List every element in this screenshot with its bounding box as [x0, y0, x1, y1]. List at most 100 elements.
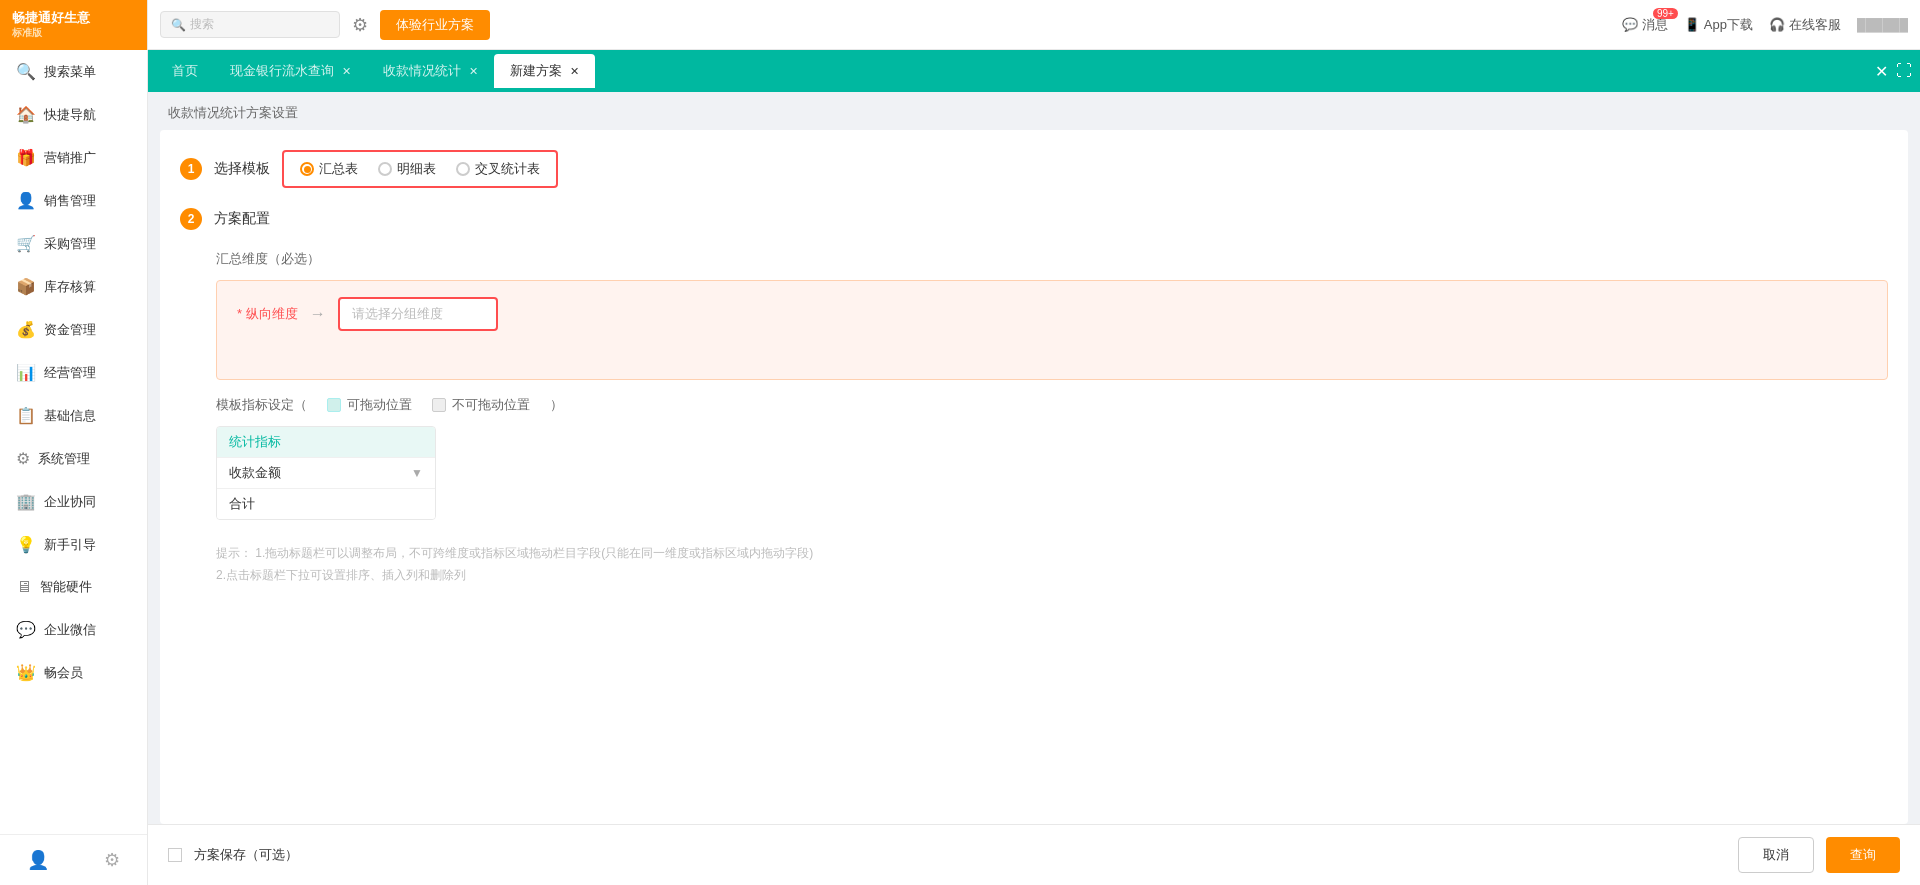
sidebar-item-label: 企业微信 — [44, 621, 96, 639]
chart-icon: 📊 — [16, 363, 36, 382]
cancel-button[interactable]: 取消 — [1738, 837, 1814, 873]
sidebar-item-label: 基础信息 — [44, 407, 96, 425]
radio-cross-label: 交叉统计表 — [475, 160, 540, 178]
sidebar-bottom-settings[interactable]: ⚙ — [100, 845, 124, 875]
vertical-dimension-label: * 纵向维度 — [237, 305, 298, 323]
draggable-legend: 可拖动位置 — [327, 396, 412, 414]
tab-payment-stats-close[interactable]: ✕ — [469, 65, 478, 78]
notification-badge[interactable]: 💬 消息 99+ — [1622, 16, 1668, 34]
save-label: 方案保存（可选） — [194, 846, 298, 864]
settings-icon[interactable]: ⚙ — [352, 14, 368, 36]
header-right: 💬 消息 99+ 📱 App下载 🎧 在线客服 ██████ — [1622, 16, 1908, 34]
sidebar-item-guide[interactable]: 💡 新手引导 — [0, 523, 147, 566]
sidebar-item-corp-wechat[interactable]: 💬 企业微信 — [0, 608, 147, 651]
radio-group: 汇总表 明细表 交叉统计表 — [300, 160, 540, 178]
tab-new-plan-label: 新建方案 — [510, 62, 562, 80]
tab-bank-flow-close[interactable]: ✕ — [342, 65, 351, 78]
message-icon: 💬 — [1622, 17, 1638, 32]
sidebar-logo: 畅捷通好生意 标准版 — [0, 0, 147, 50]
tab-new-plan[interactable]: 新建方案 ✕ — [494, 54, 595, 88]
radio-cross-circle — [456, 162, 470, 176]
tab-close-button[interactable]: ✕ — [1875, 62, 1888, 81]
gear-icon: ⚙ — [16, 449, 30, 468]
download-icon: 📱 — [1684, 17, 1700, 32]
trial-industry-button[interactable]: 体验行业方案 — [380, 10, 490, 40]
radio-detail-label: 明细表 — [397, 160, 436, 178]
sidebar-item-search-menu[interactable]: 🔍 搜索菜单 — [0, 50, 147, 93]
save-checkbox[interactable] — [168, 848, 182, 862]
step1-badge: 1 — [180, 158, 202, 180]
vertical-dimension-row: * 纵向维度 → 请选择分组维度 — [237, 297, 1867, 331]
radio-summary-label: 汇总表 — [319, 160, 358, 178]
sidebar-item-label: 新手引导 — [44, 536, 96, 554]
sidebar-item-purchase[interactable]: 🛒 采购管理 — [0, 222, 147, 265]
metrics-row-total: 合计 — [217, 488, 435, 519]
step2-label: 方案配置 — [214, 210, 270, 228]
tabbar: 首页 现金银行流水查询 ✕ 收款情况统计 ✕ 新建方案 ✕ ✕ ⛶ — [148, 50, 1920, 92]
sidebar-item-quick-nav[interactable]: 🏠 快捷导航 — [0, 93, 147, 136]
radio-detail[interactable]: 明细表 — [378, 160, 436, 178]
sidebar-item-inventory[interactable]: 📦 库存核算 — [0, 265, 147, 308]
search-icon: 🔍 — [171, 18, 186, 32]
radio-detail-circle — [378, 162, 392, 176]
tab-new-plan-close[interactable]: ✕ — [570, 65, 579, 78]
chat-icon: 💬 — [16, 620, 36, 639]
sidebar-item-base-info[interactable]: 📋 基础信息 — [0, 394, 147, 437]
non-draggable-label: 不可拖动位置 — [452, 396, 530, 414]
content-area: 收款情况统计方案设置 1 选择模板 汇总表 — [148, 92, 1920, 885]
main-area: 🔍 搜索 ⚙ 体验行业方案 💬 消息 99+ 📱 App下载 🎧 在线客服 ██… — [148, 0, 1920, 885]
sidebar-bottom-user[interactable]: 👤 — [23, 845, 53, 875]
sidebar-item-label: 销售管理 — [44, 192, 96, 210]
tab-home-label: 首页 — [172, 62, 198, 80]
breadcrumb: 收款情况统计方案设置 — [148, 92, 1920, 130]
metric-label-payment: 收款金额 — [229, 464, 281, 482]
metrics-row-payment[interactable]: 收款金额 ▼ — [217, 457, 435, 488]
query-button[interactable]: 查询 — [1826, 837, 1900, 873]
online-service-link[interactable]: 🎧 在线客服 — [1769, 16, 1841, 34]
arrow-icon: → — [310, 305, 326, 323]
sidebar-item-label: 库存核算 — [44, 278, 96, 296]
metrics-header-label: 统计指标 — [229, 434, 281, 449]
username-display[interactable]: ██████ — [1857, 18, 1908, 32]
sidebar-item-label: 系统管理 — [38, 450, 90, 468]
tab-payment-stats[interactable]: 收款情况统计 ✕ — [367, 54, 494, 88]
sidebar-item-label: 采购管理 — [44, 235, 96, 253]
sidebar-item-finance[interactable]: 💰 资金管理 — [0, 308, 147, 351]
footer-buttons: 取消 查询 — [1738, 837, 1900, 873]
home-icon: 🏠 — [16, 105, 36, 124]
user-icon: 👤 — [16, 191, 36, 210]
box-icon: 📦 — [16, 277, 36, 296]
sidebar-item-label: 搜索菜单 — [44, 63, 96, 81]
tab-home[interactable]: 首页 — [156, 54, 214, 88]
radio-summary[interactable]: 汇总表 — [300, 160, 358, 178]
sidebar: 畅捷通好生意 标准版 🔍 搜索菜单 🏠 快捷导航 🎁 营销推广 👤 销售管理 🛒… — [0, 0, 148, 885]
sidebar-item-label: 资金管理 — [44, 321, 96, 339]
sidebar-bottom: 👤 ⚙ — [0, 834, 147, 885]
sidebar-item-smart-hw[interactable]: 🖥 智能硬件 — [0, 566, 147, 608]
sidebar-item-label: 畅会员 — [44, 664, 83, 682]
app-download-link[interactable]: 📱 App下载 — [1684, 16, 1753, 34]
hint-area: 提示： 1.拖动标题栏可以调整布局，不可跨维度或指标区域拖动栏目字段(只能在同一… — [216, 543, 1888, 586]
sidebar-item-system[interactable]: ⚙ 系统管理 — [0, 437, 147, 480]
tab-bank-flow[interactable]: 现金银行流水查询 ✕ — [214, 54, 367, 88]
search-menu-icon: 🔍 — [16, 62, 36, 81]
tab-payment-stats-label: 收款情况统计 — [383, 62, 461, 80]
header-search-box[interactable]: 🔍 搜索 — [160, 11, 340, 38]
radio-cross[interactable]: 交叉统计表 — [456, 160, 540, 178]
dimension-select-dropdown[interactable]: 请选择分组维度 — [338, 297, 498, 331]
breadcrumb-text: 收款情况统计方案设置 — [168, 105, 298, 120]
sidebar-item-sales[interactable]: 👤 销售管理 — [0, 179, 147, 222]
bulb-icon: 💡 — [16, 535, 36, 554]
settings-bottom-icon: ⚙ — [104, 850, 120, 870]
sidebar-item-operations[interactable]: 📊 经营管理 — [0, 351, 147, 394]
sidebar-item-member[interactable]: 👑 畅会员 — [0, 651, 147, 694]
footer: 方案保存（可选） 取消 查询 — [148, 824, 1920, 885]
sidebar-item-corp-collab[interactable]: 🏢 企业协同 — [0, 480, 147, 523]
radio-summary-circle — [300, 162, 314, 176]
tab-expand-button[interactable]: ⛶ — [1896, 62, 1912, 81]
metrics-table: 统计指标 收款金额 ▼ 合计 — [216, 426, 436, 520]
chevron-down-icon[interactable]: ▼ — [411, 466, 423, 480]
sidebar-item-marketing[interactable]: 🎁 营销推广 — [0, 136, 147, 179]
header: 🔍 搜索 ⚙ 体验行业方案 💬 消息 99+ 📱 App下载 🎧 在线客服 ██… — [148, 0, 1920, 50]
sidebar-item-label: 营销推广 — [44, 149, 96, 167]
